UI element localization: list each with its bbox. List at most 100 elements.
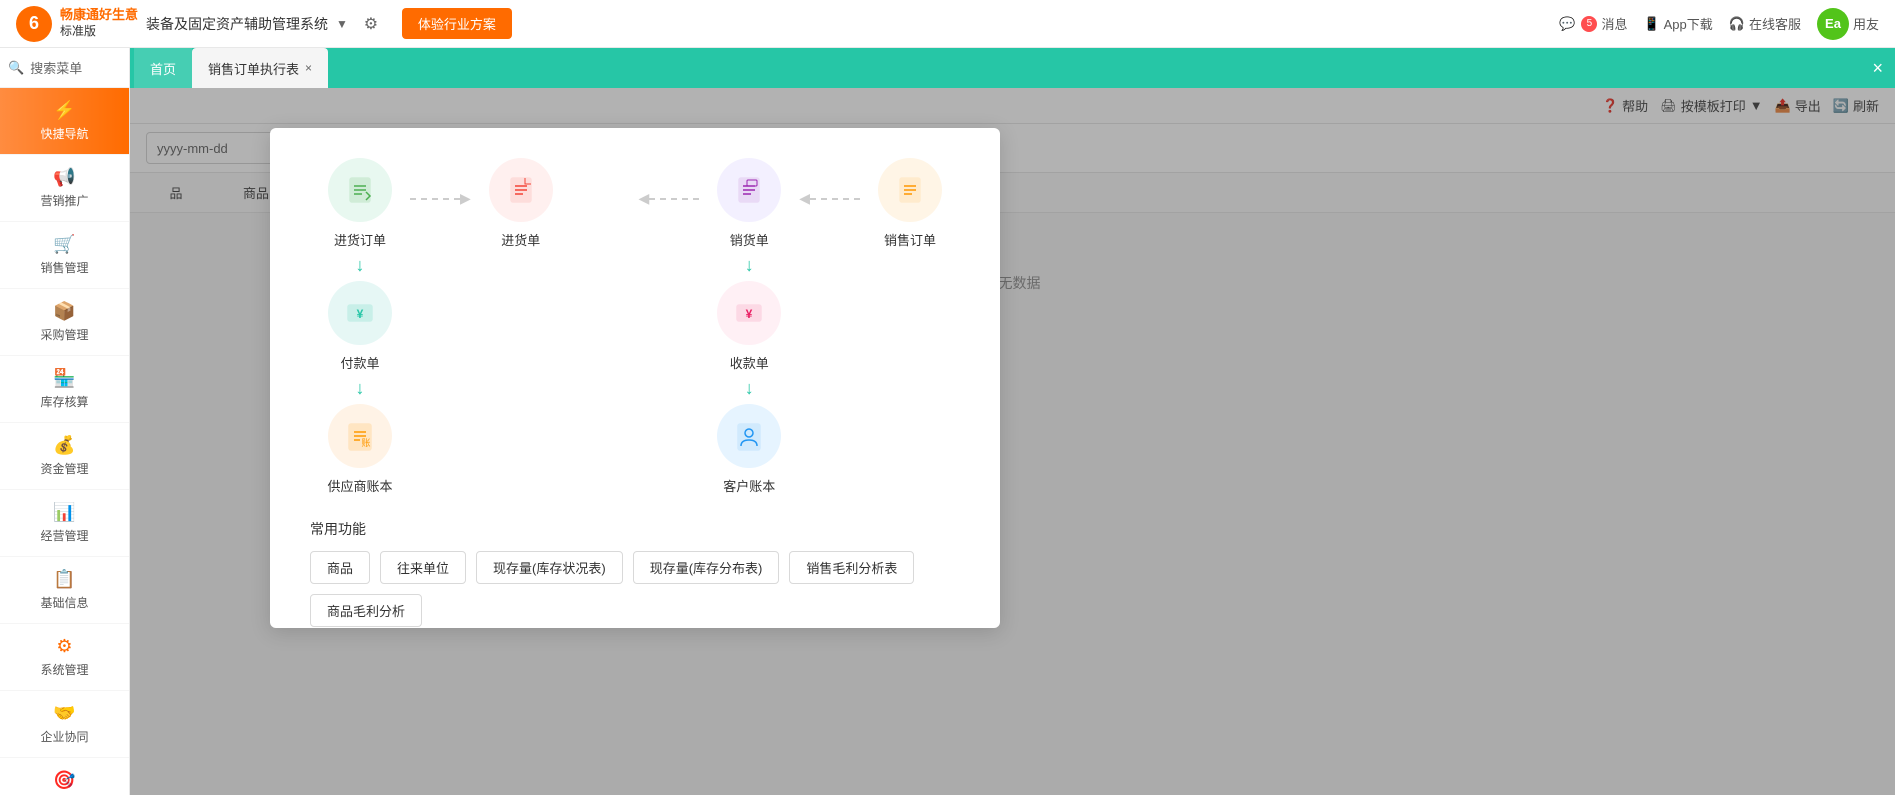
arrow-down-3: ↓ [356, 376, 365, 400]
system-settings-btn[interactable]: ⚙ [356, 9, 386, 39]
main-layout: 🔍 搜索菜单 ⚡ 快捷导航 📢 营销推广 🛒 销售管理 📦 采购管理 🏪 库存核… [0, 48, 1895, 795]
sidebar-item-purchase[interactable]: 📦 采购管理 [0, 289, 129, 356]
flow-col-3: 销货单 ↓ ¥ [699, 158, 799, 495]
system-title: 装备及固定资产辅助管理系统 [146, 14, 328, 34]
flow-item-purchase-bill[interactable]: 进货单 [471, 158, 571, 249]
app-download-btn[interactable]: 📱 App下载 [1643, 14, 1712, 33]
flow-item-supplier-account[interactable]: 账 供应商账本 [310, 404, 410, 495]
user-area[interactable]: Ea 用友 [1817, 8, 1879, 40]
sidebar-icon-beginner: 🎯 [53, 770, 75, 791]
sidebar-item-operations[interactable]: 📊 经营管理 [0, 490, 129, 557]
header-right: 💬 5 消息 📱 App下载 🎧 在线客服 Ea 用友 [1559, 8, 1879, 40]
sidebar-icon-enterprise: 🤝 [53, 703, 75, 724]
sidebar-item-quick-nav[interactable]: ⚡ 快捷导航 [0, 88, 129, 155]
sidebar-icon-marketing: 📢 [53, 167, 75, 188]
arrow-down-1: ↓ [356, 253, 365, 277]
tab-close-btn[interactable]: × [305, 61, 312, 75]
sidebar-item-beginner[interactable]: 🎯 新手引导 [0, 758, 129, 795]
svg-text:¥: ¥ [746, 307, 753, 321]
sidebar-icon-inventory: 🏪 [53, 368, 75, 389]
flow-circle-sales-bill [717, 158, 781, 222]
flow-col-4: 销售订单 [860, 158, 960, 249]
flow-col-2: 进货单 [471, 158, 571, 337]
modal-content: 进货订单 ↓ ¥ [270, 128, 1000, 628]
common-func-section: 常用功能 商品 往来单位 现存量(库存状况表) 现存量(库存分布表) 销售毛利分… [310, 519, 960, 628]
message-btn[interactable]: 💬 5 消息 [1559, 14, 1627, 33]
flow-item-customer-account[interactable]: 客户账本 [699, 404, 799, 495]
flow-item-sales-bill[interactable]: 销货单 [699, 158, 799, 249]
flow-circle-purchase-order [328, 158, 392, 222]
flow-item-sales-order[interactable]: 销售订单 [860, 158, 960, 249]
func-btn-sales-margin[interactable]: 销售毛利分析表 [789, 551, 914, 584]
tab-bar-close-all[interactable]: × [1872, 58, 1891, 79]
service-icon: 🎧 [1729, 16, 1745, 32]
customer-icon [733, 420, 765, 452]
sidebar-item-enterprise[interactable]: 🤝 企业协同 [0, 691, 129, 758]
arrow-h-2: ◀ [638, 190, 699, 207]
common-func-title: 常用功能 [310, 519, 960, 539]
sidebar-icon-sales: 🛒 [53, 234, 75, 255]
sidebar-item-finance[interactable]: 💰 资金管理 [0, 423, 129, 490]
message-badge: 5 [1581, 16, 1597, 32]
message-icon: 💬 [1559, 16, 1575, 32]
sidebar-icon-sys-mgmt: ⚙ [56, 636, 72, 657]
modal-box: 进货订单 ↓ ¥ [270, 128, 1000, 628]
arrow-h-3: ◀ [799, 190, 860, 207]
sidebar-item-sys-mgmt[interactable]: ⚙ 系统管理 [0, 624, 129, 691]
tab-bar: 首页 销售订单执行表 × × [130, 48, 1895, 88]
flow-item-purchase-order[interactable]: 进货订单 [310, 158, 410, 249]
logo-icon: 6 [16, 6, 52, 42]
sidebar-icon-finance: 💰 [53, 435, 75, 456]
sidebar-item-base-info[interactable]: 📋 基础信息 [0, 557, 129, 624]
receipt-icon: ¥ [733, 297, 765, 329]
func-btn-product[interactable]: 商品 [310, 551, 370, 584]
func-btn-stock-status[interactable]: 现存量(库存状况表) [476, 551, 623, 584]
page-content: ❓ 帮助 🖨 按模板打印 ▼ 📤 导出 🔄 刷新 [130, 88, 1895, 795]
online-service-btn[interactable]: 🎧 在线客服 [1729, 14, 1801, 33]
sidebar-icon-operations: 📊 [53, 502, 75, 523]
sidebar-item-marketing[interactable]: 📢 营销推广 [0, 155, 129, 222]
search-icon: 🔍 [8, 60, 24, 76]
sidebar: 🔍 搜索菜单 ⚡ 快捷导航 📢 营销推广 🛒 销售管理 📦 采购管理 🏪 库存核… [0, 48, 130, 795]
tab-sales-order-exec[interactable]: 销售订单执行表 × [192, 48, 328, 88]
sales-bill-icon [733, 174, 765, 206]
flow-col-1: 进货订单 ↓ ¥ [310, 158, 410, 495]
arrow-h-1: ▶ [410, 190, 471, 207]
sidebar-item-sales[interactable]: 🛒 销售管理 [0, 222, 129, 289]
sidebar-icon-base-info: 📋 [53, 569, 75, 590]
search-menu-btn[interactable]: 🔍 搜索菜单 [0, 48, 129, 88]
tab-home[interactable]: 首页 [134, 48, 192, 88]
flow-circle-receipt: ¥ [717, 281, 781, 345]
experience-btn[interactable]: 体验行业方案 [402, 8, 512, 39]
content-area: 首页 销售订单执行表 × × ❓ 帮助 🖨 按模板打印 ▼ [130, 48, 1895, 795]
sidebar-item-inventory[interactable]: 🏪 库存核算 [0, 356, 129, 423]
flow-item-receipt-bill[interactable]: ¥ 收款单 [699, 281, 799, 372]
system-title-area: 装备及固定资产辅助管理系统 ▼ ⚙ 体验行业方案 [146, 8, 1559, 39]
flow-section: 进货订单 ↓ ¥ [310, 158, 960, 495]
logo-area: 6 畅康通好生意 标准版 [16, 6, 146, 42]
flow-item-payment-bill[interactable]: ¥ 付款单 [310, 281, 410, 372]
func-btns-row1: 商品 往来单位 现存量(库存状况表) 现存量(库存分布表) 销售毛利分析表 商品… [310, 551, 960, 627]
payment-icon: ¥ [344, 297, 376, 329]
flow-circle-purchase-bill [489, 158, 553, 222]
system-dropdown-btn[interactable]: ▼ [336, 17, 348, 31]
supplier-icon: 账 [344, 420, 376, 452]
arrow-down-2: ↓ [745, 253, 754, 277]
flow-circle-payment: ¥ [328, 281, 392, 345]
func-btn-customer-unit[interactable]: 往来单位 [380, 551, 466, 584]
avatar: Ea [1817, 8, 1849, 40]
purchase-bill-icon [505, 174, 537, 206]
sidebar-icon-quick-nav: ⚡ [53, 100, 75, 121]
purchase-order-icon [344, 174, 376, 206]
svg-text:账: 账 [361, 438, 370, 448]
svg-text:¥: ¥ [357, 307, 364, 321]
func-btn-stock-dist[interactable]: 现存量(库存分布表) [633, 551, 780, 584]
logo-text: 畅康通好生意 标准版 [60, 7, 138, 39]
arrow-down-4: ↓ [745, 376, 754, 400]
flow-circle-supplier: 账 [328, 404, 392, 468]
sales-order-icon [894, 174, 926, 206]
modal-overlay[interactable]: 进货订单 ↓ ¥ [130, 88, 1895, 795]
func-btn-product-margin[interactable]: 商品毛利分析 [310, 594, 422, 627]
top-header: 6 畅康通好生意 标准版 装备及固定资产辅助管理系统 ▼ ⚙ 体验行业方案 💬 … [0, 0, 1895, 48]
flow-circle-sales-order [878, 158, 942, 222]
